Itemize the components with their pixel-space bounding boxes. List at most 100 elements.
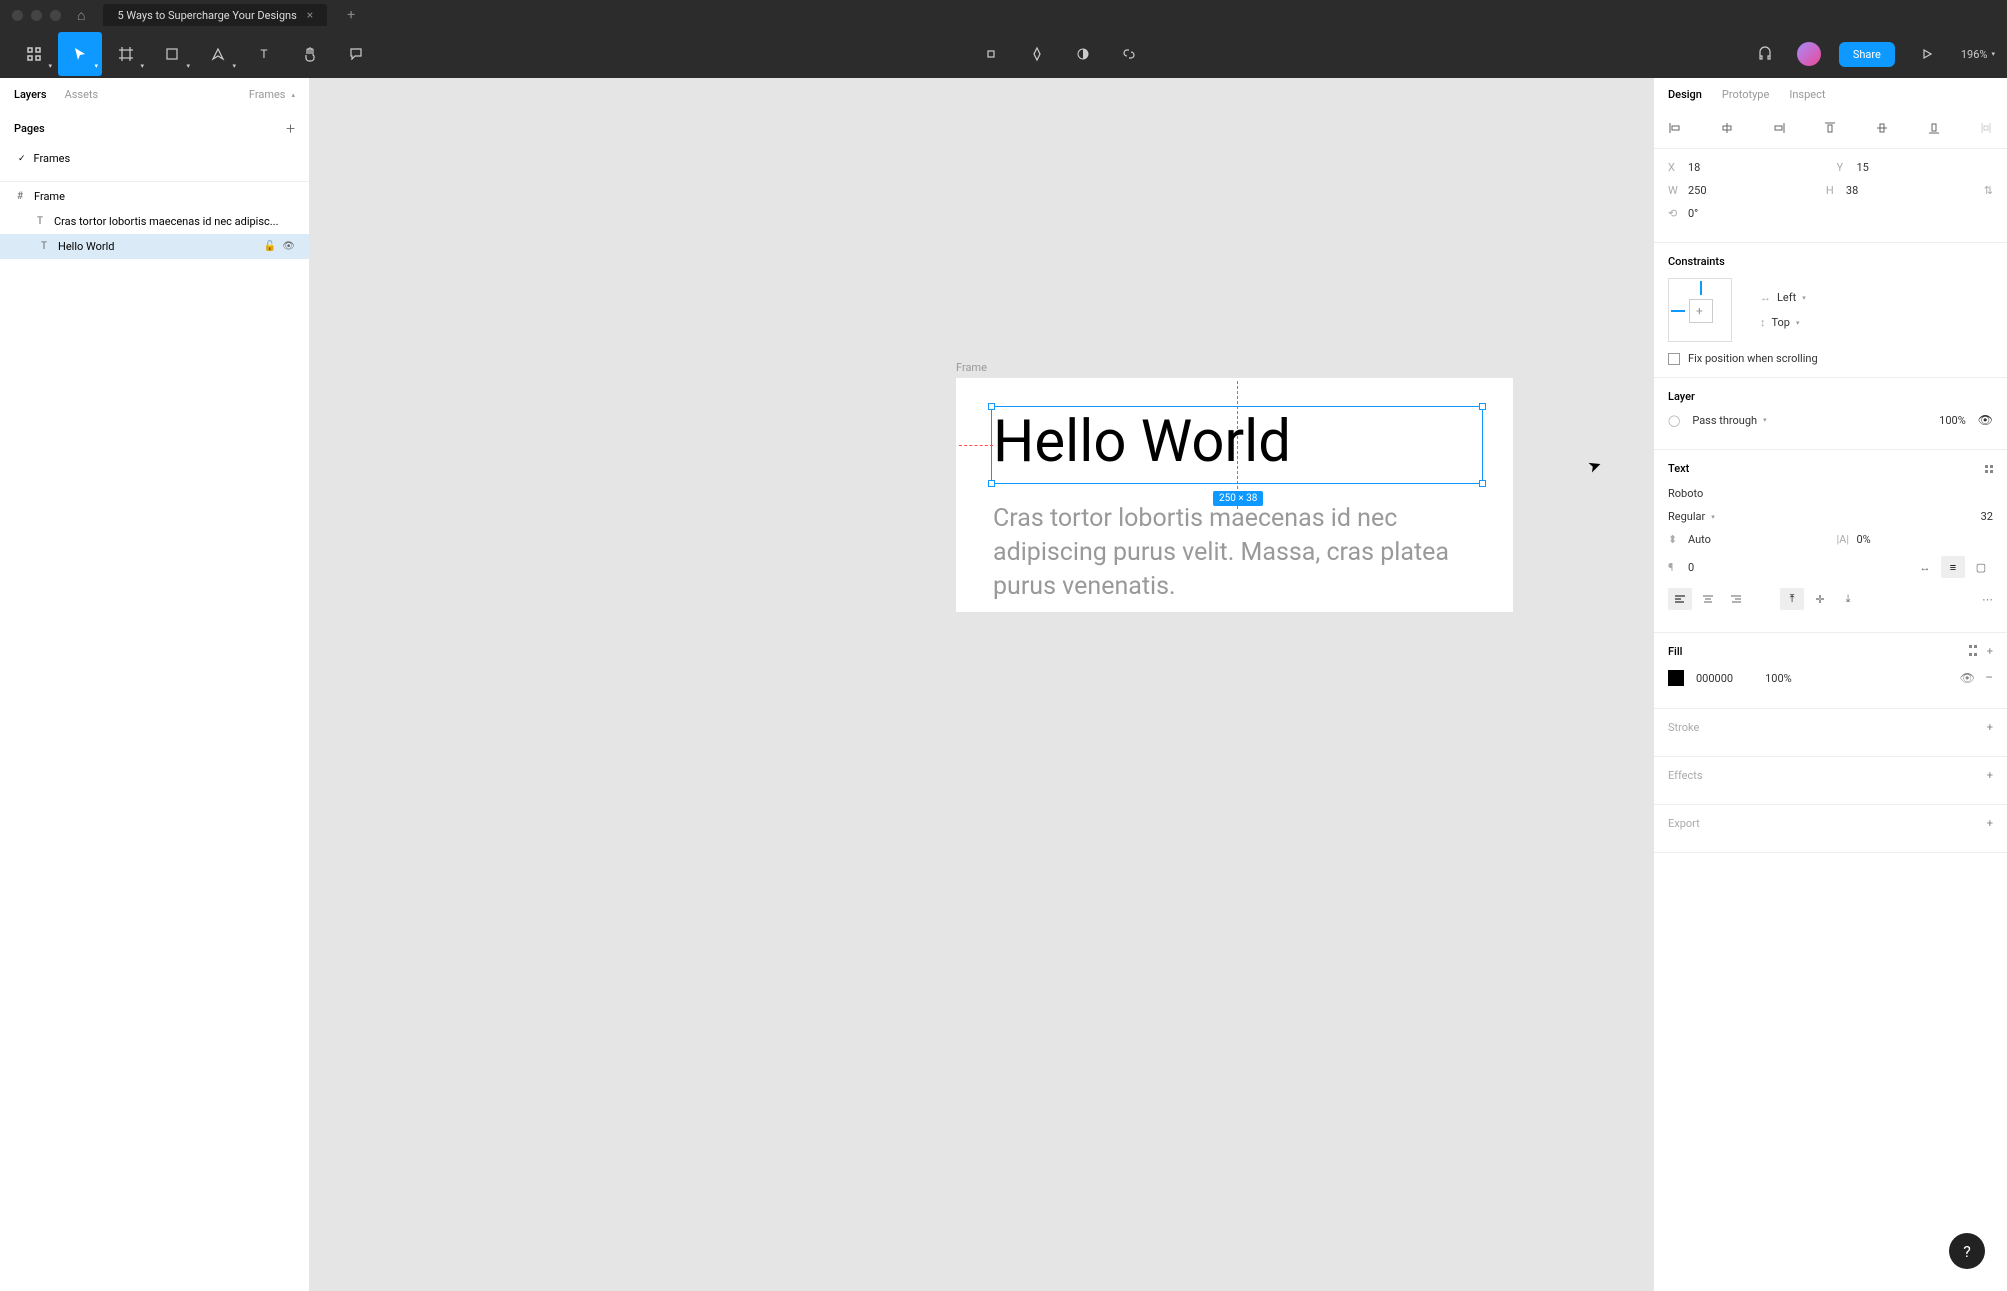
add-fill-button[interactable]: + [1987,645,1993,658]
resize-handle[interactable] [1479,403,1486,410]
frame-icon: # [14,191,26,202]
rotation-input[interactable]: 0° [1688,207,1698,220]
pen-tool[interactable]: ▾ [196,32,240,76]
text-align-center[interactable] [1696,588,1720,610]
opacity-input[interactable]: 100% [1939,414,1966,427]
resize-handle[interactable] [1479,480,1486,487]
boolean-tool[interactable] [1061,32,1105,76]
present-button[interactable] [1905,32,1949,76]
fix-position-checkbox[interactable]: Fix position when scrolling [1668,352,1993,365]
close-icon[interactable]: × [307,8,313,22]
font-size-input[interactable]: 32 [1981,510,1993,523]
layers-tab[interactable]: Layers [14,88,47,101]
audio-icon[interactable] [1743,32,1787,76]
style-icon[interactable] [1969,645,1977,658]
remove-fill-button[interactable]: − [1985,671,1993,685]
page-item[interactable]: ✓ Frames [0,146,309,171]
auto-height-button[interactable]: ≡ [1941,556,1965,578]
link-tool[interactable] [1107,32,1151,76]
prototype-tab[interactable]: Prototype [1722,88,1769,101]
assets-tab[interactable]: Assets [65,88,99,101]
constraint-h-dropdown[interactable]: ↔Left▾ [1760,291,1993,304]
constraints-widget[interactable]: + [1668,278,1732,342]
auto-width-button[interactable]: ↔ [1913,556,1937,578]
fill-swatch[interactable] [1668,670,1684,686]
blend-dropdown[interactable]: Pass through▾ [1692,414,1766,427]
y-input[interactable]: 15 [1857,161,1869,174]
text-valign-middle[interactable]: ✛ [1808,588,1832,610]
pages-label: Pages [14,122,45,135]
distribute-icon[interactable] [1979,121,1993,138]
help-button[interactable]: ? [1949,1233,1985,1269]
visibility-icon[interactable]: 👁 [1978,413,1993,427]
w-input[interactable]: 250 [1688,184,1707,197]
constraint-v-dropdown[interactable]: ↕Top▾ [1760,316,1993,329]
tab-title: 5 Ways to Supercharge Your Designs [117,9,296,22]
text-icon: T [34,216,46,227]
add-page-button[interactable]: + [286,119,295,138]
resize-handle[interactable] [988,403,995,410]
more-icon[interactable]: ⋯ [1982,593,1993,606]
hand-tool[interactable] [288,32,332,76]
text-paragraph[interactable]: Cras tortor lobortis maecenas id nec adi… [993,502,1453,603]
font-dropdown[interactable]: Roboto [1668,487,1703,500]
fill-hex-input[interactable]: 000000 [1696,672,1733,685]
rotation-icon: ⟲ [1668,207,1680,220]
resize-handle[interactable] [988,480,995,487]
align-hcenter-icon[interactable] [1720,121,1734,138]
weight-dropdown[interactable]: Regular▾ [1668,510,1715,523]
align-top-icon[interactable] [1823,121,1837,138]
style-icon[interactable] [1985,465,1993,473]
lock-icon[interactable]: 🔓 [264,241,276,252]
add-effect-button[interactable]: + [1987,769,1993,782]
h-input[interactable]: 38 [1846,184,1858,197]
titlebar: ⌂ 5 Ways to Supercharge Your Designs × + [0,0,2007,30]
share-button[interactable]: Share [1839,42,1895,67]
text-tool[interactable]: T [242,32,286,76]
frame-label[interactable]: Frame [956,361,987,374]
visibility-icon[interactable]: 👁 [282,241,295,252]
fill-visibility-icon[interactable]: 👁 [1960,671,1975,685]
add-export-button[interactable]: + [1987,817,1993,830]
frame-tool[interactable]: ▾ [104,32,148,76]
layer-text-hello[interactable]: T Hello World 🔓 👁 [0,234,309,259]
text-align-left[interactable] [1668,588,1692,610]
x-input[interactable]: 18 [1688,161,1700,174]
mask-tool[interactable] [1015,32,1059,76]
line-height-icon: ⬍ [1668,533,1680,546]
window-controls[interactable] [12,10,61,21]
fixed-size-button[interactable]: ▢ [1969,556,1993,578]
comment-tool[interactable] [334,32,378,76]
pages-dropdown[interactable]: Frames▴ [249,88,295,101]
component-tool[interactable] [969,32,1013,76]
home-icon[interactable]: ⌂ [77,7,85,24]
layer-text-para[interactable]: T Cras tortor lobortis maecenas id nec a… [0,209,309,234]
avatar[interactable] [1797,42,1821,66]
main-menu-button[interactable]: ▾ [12,32,56,76]
para-spacing-input[interactable]: 0 [1688,561,1694,574]
align-bottom-icon[interactable] [1927,121,1941,138]
align-left-icon[interactable] [1668,121,1682,138]
align-right-icon[interactable] [1772,121,1786,138]
fill-opacity-input[interactable]: 100% [1765,672,1792,685]
new-tab-button[interactable]: + [347,7,355,23]
link-dimensions-icon[interactable]: ⇅ [1984,184,1993,197]
zoom-control[interactable]: 196%▾ [1961,48,1995,61]
design-tab[interactable]: Design [1668,88,1702,101]
layer-frame[interactable]: # Frame [0,181,309,209]
add-stroke-button[interactable]: + [1987,721,1993,734]
text-valign-bottom[interactable]: ⤓ [1836,588,1860,610]
letter-spacing-input[interactable]: 0% [1857,533,1871,546]
move-tool[interactable]: ▾ [58,32,102,76]
inspect-tab[interactable]: Inspect [1789,88,1825,101]
text-valign-top[interactable]: ⤒ [1780,588,1804,610]
text-align-right[interactable] [1724,588,1748,610]
canvas[interactable]: Frame Hello World Cras tortor lobortis m… [310,78,1653,1291]
letter-spacing-icon: |A| [1837,533,1849,546]
shape-tool[interactable]: ▾ [150,32,194,76]
line-height-input[interactable]: Auto [1688,533,1711,546]
file-tab[interactable]: 5 Ways to Supercharge Your Designs × [103,4,327,26]
align-vcenter-icon[interactable] [1875,121,1889,138]
selection-box[interactable] [991,406,1483,484]
right-panel: Design Prototype Inspect X18 Y15 W250 H3… [1653,78,2007,1291]
